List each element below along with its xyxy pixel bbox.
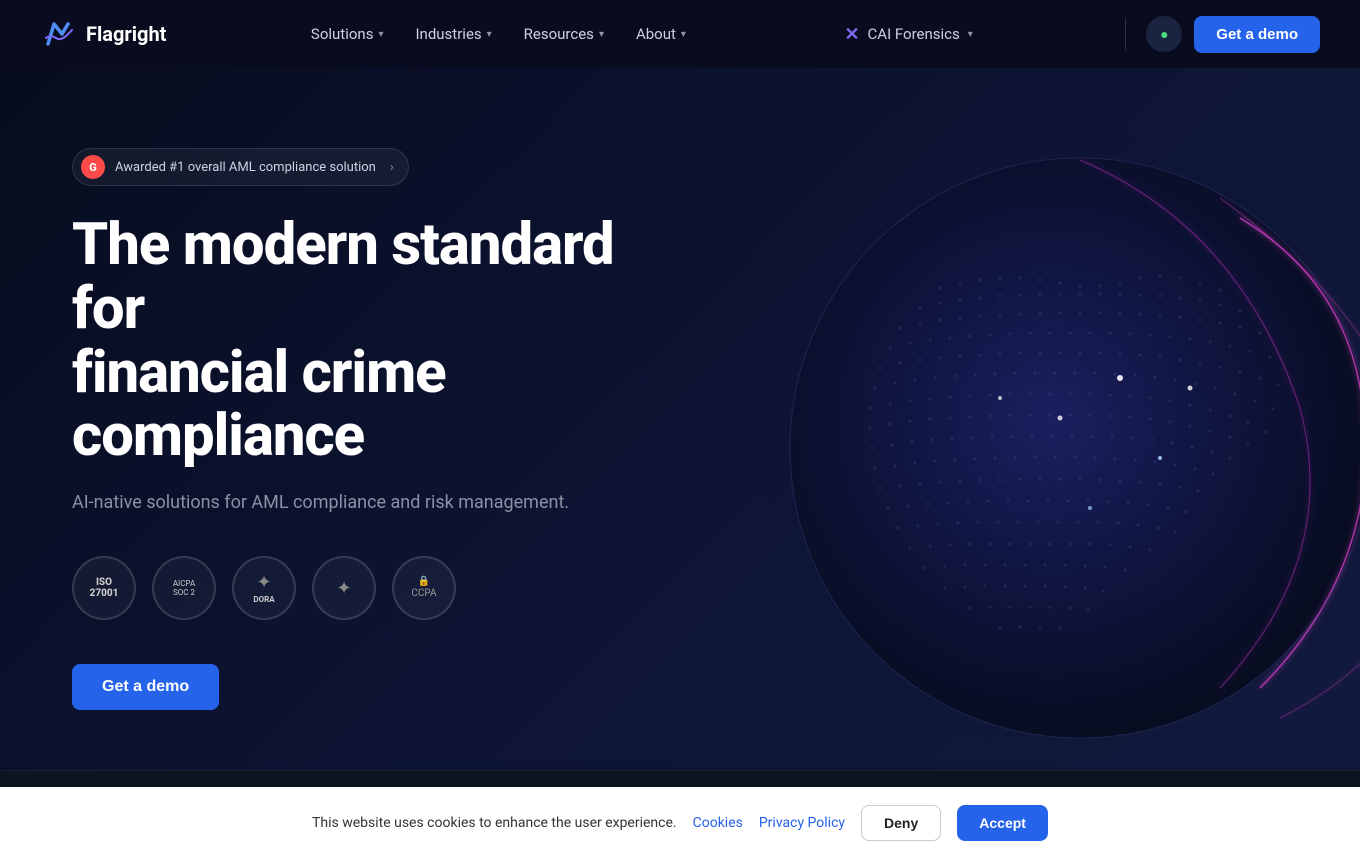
chevron-down-icon: ▾ [378, 29, 383, 40]
deny-button[interactable]: Deny [861, 805, 941, 841]
hero-content: G Awarded #1 overall AML compliance solu… [72, 128, 692, 710]
badge-text: Awarded #1 overall AML compliance soluti… [115, 160, 376, 175]
hero-title-line1: The modern standard for [72, 211, 614, 343]
nav-links: Solutions ▾ Industries ▾ Resources ▾ Abo… [297, 17, 700, 51]
hero-title-line2: financial crime compliance [72, 339, 446, 471]
compliance-badges: ISO27001 AICPASOC 2 ✦ DORA ✦ 🔒CCPA [72, 556, 692, 620]
eu-badge: ✦ [312, 556, 376, 620]
language-button[interactable]: ● [1146, 16, 1182, 52]
cai-forensics-icon: ✕ [844, 24, 859, 45]
award-badge[interactable]: G Awarded #1 overall AML compliance solu… [72, 148, 409, 186]
hero-subtitle: AI-native solutions for AML compliance a… [72, 489, 692, 516]
iso-badge: ISO27001 [72, 556, 136, 620]
dora-badge: ✦ DORA [232, 556, 296, 620]
logo[interactable]: Flagright [40, 16, 166, 52]
nav-solutions[interactable]: Solutions ▾ [297, 17, 398, 51]
cookie-message: This website uses cookies to enhance the… [312, 815, 677, 831]
privacy-policy-link[interactable]: Privacy Policy [759, 815, 845, 831]
chevron-down-icon: ▾ [968, 29, 973, 40]
solutions-label: Solutions [311, 25, 374, 43]
nav-about[interactable]: About ▾ [622, 17, 700, 51]
nav-industries[interactable]: Industries ▾ [401, 17, 505, 51]
globe-visualization [740, 108, 1360, 770]
ai-forensics-label: CAI Forensics [868, 25, 960, 43]
cookies-link[interactable]: Cookies [693, 815, 743, 831]
hero-title: The modern standard for financial crime … [72, 214, 692, 469]
industries-label: Industries [415, 25, 481, 43]
resources-label: Resources [524, 25, 594, 43]
get-demo-nav-button[interactable]: Get a demo [1194, 16, 1320, 53]
chevron-down-icon: ▾ [599, 29, 604, 40]
nav-resources[interactable]: Resources ▾ [510, 17, 618, 51]
nav-ai-forensics[interactable]: ✕ CAI Forensics ▾ [830, 16, 986, 53]
arrow-icon: › [390, 160, 394, 175]
about-label: About [636, 25, 676, 43]
g2-letter: G [89, 161, 97, 174]
logo-text: Flagright [86, 22, 166, 46]
nav-right: ● Get a demo [1117, 16, 1320, 53]
g2-badge-icon: G [81, 155, 105, 179]
accept-button[interactable]: Accept [957, 805, 1048, 841]
globe-icon: ● [1160, 26, 1168, 42]
globe-svg [740, 108, 1360, 770]
cookie-banner: This website uses cookies to enhance the… [0, 787, 1360, 859]
logo-icon [40, 16, 76, 52]
hero-section: G Awarded #1 overall AML compliance solu… [0, 68, 1360, 770]
ccpa-badge: 🔒CCPA [392, 556, 456, 620]
soc2-badge: AICPASOC 2 [152, 556, 216, 620]
chevron-down-icon: ▾ [681, 29, 686, 40]
navigation: Flagright Solutions ▾ Industries ▾ Resou… [0, 0, 1360, 68]
chevron-down-icon: ▾ [487, 29, 492, 40]
get-demo-hero-button[interactable]: Get a demo [72, 664, 219, 710]
nav-separator [1125, 18, 1126, 50]
